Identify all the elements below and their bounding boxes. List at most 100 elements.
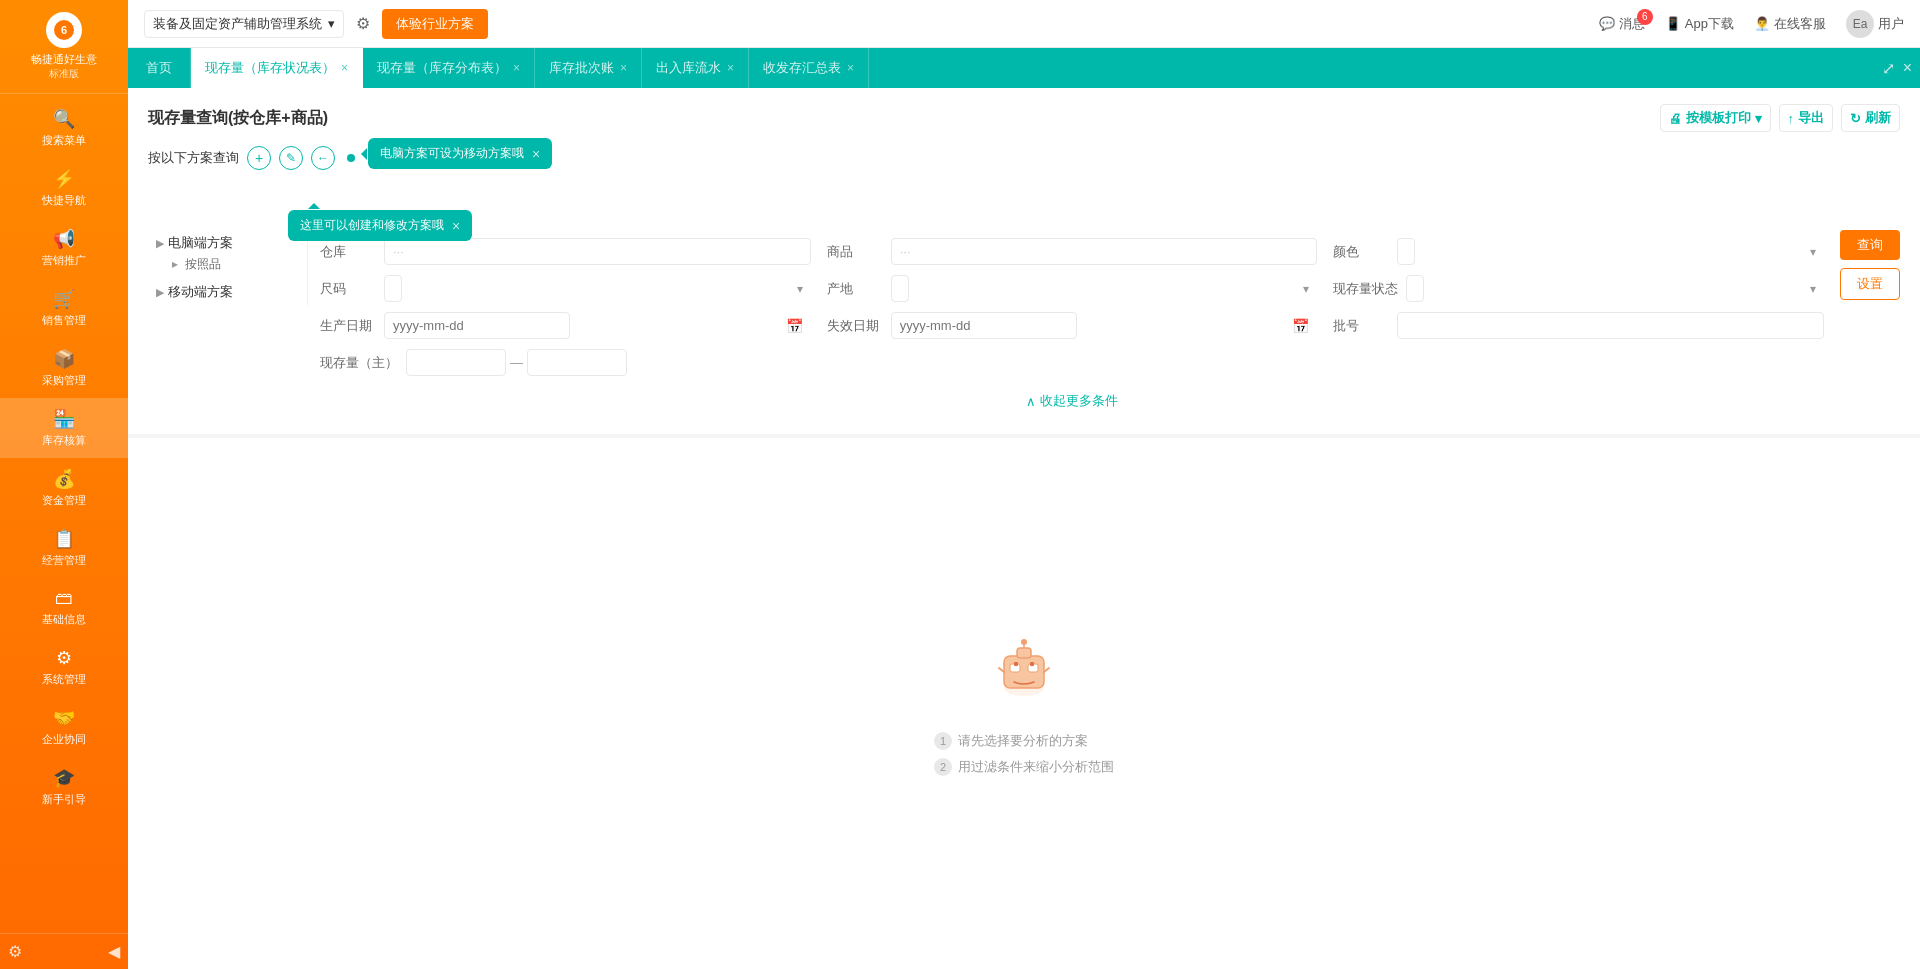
tab-close-icon[interactable]: × [341,61,348,75]
stock-qty-from[interactable] [406,349,506,376]
back-scheme-btn[interactable]: ← [311,146,335,170]
color-select[interactable] [1397,238,1415,265]
size-label: 尺码 [320,280,376,298]
export-icon: ↑ [1788,111,1795,126]
tab-close-icon[interactable]: × [727,61,734,75]
system-selector[interactable]: 装备及固定资产辅助管理系统 ▾ [144,10,344,38]
prod-date-input[interactable] [384,312,570,339]
stock-status-label: 现存量状态 [1333,280,1398,298]
empty-tip-1: 1 请先选择要分析的方案 [934,728,1114,754]
tab-batch-account[interactable]: 库存批次账 × [535,48,642,88]
page-title: 现存量查询(按仓库+商品) [148,108,328,129]
filter-grid-2: 生产日期 📅 失效日期 📅 [320,312,1824,339]
goods-input[interactable]: ··· [891,238,1318,265]
settings-btn[interactable]: 设置 [1840,268,1900,300]
add-scheme-btn[interactable]: + [247,146,271,170]
sidebar-item-operations[interactable]: 📋 经营管理 [0,518,128,578]
tab-recv-summary[interactable]: 收发存汇总表 × [749,48,869,88]
filter-fields: 仓库 ··· 商品 ··· 颜色 [320,230,1824,418]
finance-icon: 💰 [53,468,75,490]
filter-color: 颜色 [1333,238,1824,265]
tab-close-icon[interactable]: × [620,61,627,75]
tooltip-pc-scheme: 电脑方案可设为移动方案哦 × [368,138,552,169]
scheme-panel: ▶ 电脑端方案 ▸ 按照品 ▶ 移动端方案 [148,230,308,305]
origin-select-wrapper [891,275,1318,302]
refresh-btn[interactable]: ↻ 刷新 [1841,104,1900,132]
service-label: 在线客服 [1774,15,1826,33]
user-item[interactable]: Ea 用户 [1846,10,1904,38]
trial-button[interactable]: 体验行业方案 [382,9,488,39]
pc-scheme-node[interactable]: ▶ 电脑端方案 [148,230,295,256]
warehouse-input[interactable]: ··· [384,238,811,265]
filter-main-row: ▶ 电脑端方案 ▸ 按照品 ▶ 移动端方案 [148,230,1900,418]
sidebar-item-system[interactable]: ⚙ 系统管理 [0,637,128,697]
size-select[interactable] [384,275,402,302]
sidebar-item-label: 经营管理 [42,553,86,568]
sidebar-item-quick[interactable]: ⚡ 快捷导航 [0,158,128,218]
operations-icon: 📋 [53,528,75,550]
tab-inout-flow[interactable]: 出入库流水 × [642,48,749,88]
sidebar-item-enterprise[interactable]: 🤝 企业协同 [0,697,128,757]
app-download-item[interactable]: 📱 App下载 [1665,15,1734,33]
query-btn[interactable]: 查询 [1840,230,1900,260]
collapse-more-btn[interactable]: ∧ 收起更多条件 [320,384,1824,418]
header-settings-icon[interactable]: ⚙ [356,14,370,33]
mobile-scheme-node[interactable]: ▶ 移动端方案 [148,279,295,305]
message-item[interactable]: 💬 消息 6 [1599,15,1645,33]
tab-close-all-icon[interactable]: × [1903,59,1912,77]
sidebar-item-label: 新手引导 [42,792,86,807]
online-service-item[interactable]: 👨‍💼 在线客服 [1754,15,1826,33]
tab-home[interactable]: 首页 [128,48,191,88]
tab-inventory-status-label: 现存量（库存状况表） [205,59,335,77]
page-content: 现存量查询(按仓库+商品) 🖨 按模板打印 ▾ ↑ 导出 ↻ 刷新 [128,88,1920,969]
edit-scheme-btn[interactable]: ✎ [279,146,303,170]
collapse-btn[interactable]: ◀ [108,942,120,961]
tab-close-icon[interactable]: × [513,61,520,75]
exp-date-label: 失效日期 [827,317,883,335]
stock-status-select[interactable] [1406,275,1424,302]
sidebar-item-search[interactable]: 🔍 搜索菜单 [0,98,128,158]
svg-rect-7 [1030,662,1034,666]
color-select-wrapper [1397,238,1824,265]
sidebar-item-finance[interactable]: 💰 资金管理 [0,458,128,518]
tab-inventory-dist[interactable]: 现存量（库存分布表） × [363,48,535,88]
sidebar-item-basic[interactable]: 🗃 基础信息 [0,578,128,637]
empty-tips: 1 请先选择要分析的方案 2 用过滤条件来缩小分析范围 [934,728,1114,780]
sidebar-item-guide[interactable]: 🎓 新手引导 [0,757,128,817]
tab-inventory-status[interactable]: 现存量（库存状况表） × [191,48,363,88]
sidebar-item-sales[interactable]: 🛒 销售管理 [0,278,128,338]
tip-text-2: 用过滤条件来缩小分析范围 [958,754,1114,780]
tooltip-create-scheme: 这里可以创建和修改方案哦 × [288,210,472,241]
filter-stock-status: 现存量状态 [1333,275,1824,302]
sidebar-item-purchase[interactable]: 📦 采购管理 [0,338,128,398]
dots-icon: ··· [900,244,911,259]
export-btn[interactable]: ↑ 导出 [1779,104,1834,132]
stock-qty-to[interactable] [527,349,627,376]
batch-no-input[interactable] [1397,312,1824,339]
warehouse-label: 仓库 [320,243,376,261]
exp-date-input[interactable] [891,312,1077,339]
svg-rect-10 [1017,648,1031,658]
header-right: 💬 消息 6 📱 App下载 👨‍💼 在线客服 Ea 用户 [1599,10,1904,38]
tab-maximize-icon[interactable]: ⤢ [1882,59,1895,78]
origin-select[interactable] [891,275,909,302]
pc-scheme-child[interactable]: ▸ 按照品 [148,256,295,273]
sidebar-item-marketing[interactable]: 📢 营销推广 [0,218,128,278]
print-btn[interactable]: 🖨 按模板打印 ▾ [1660,104,1771,132]
svg-rect-6 [1014,662,1018,666]
marketing-icon: 📢 [53,228,75,250]
settings-btn[interactable]: ⚙ [8,942,22,961]
main-area: 装备及固定资产辅助管理系统 ▾ ⚙ 体验行业方案 💬 消息 6 📱 App下载 … [128,0,1920,969]
sidebar-item-label: 搜索菜单 [42,133,86,148]
sidebar-item-label: 资金管理 [42,493,86,508]
refresh-icon: ↻ [1850,111,1861,126]
tab-close-icon[interactable]: × [847,61,854,75]
page-title-actions: 🖨 按模板打印 ▾ ↑ 导出 ↻ 刷新 [1660,104,1901,132]
filter-goods: 商品 ··· [827,238,1318,265]
tooltip2-close-btn[interactable]: × [452,218,460,234]
sidebar-item-label: 库存核算 [42,433,86,448]
tooltip-close-btn[interactable]: × [532,146,540,162]
sidebar-item-inventory[interactable]: 🏪 库存核算 [0,398,128,458]
scroll-indicator [347,154,355,162]
tab-home-label: 首页 [146,59,172,77]
